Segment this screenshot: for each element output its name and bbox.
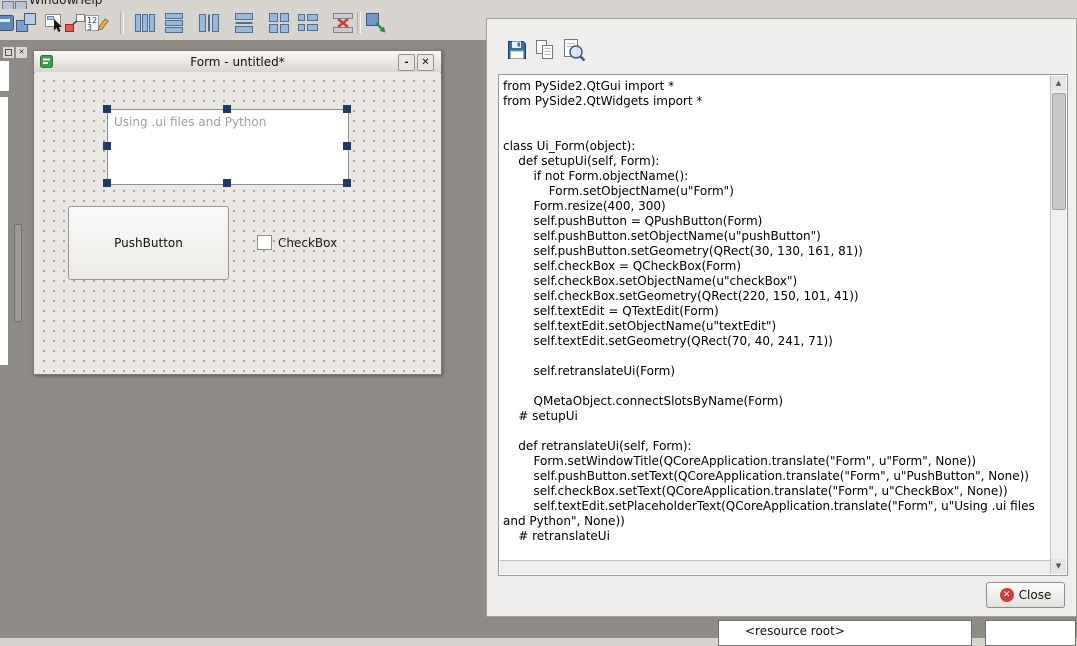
selection-handle[interactable] bbox=[103, 179, 111, 187]
scroll-up-icon[interactable]: ▲ bbox=[1051, 76, 1066, 91]
lay-out-horizontally-in-splitter-icon[interactable] bbox=[196, 10, 222, 36]
selection-handle[interactable] bbox=[103, 105, 111, 113]
code-line: self.checkBox.setGeometry(QRect(220, 150… bbox=[503, 289, 1049, 304]
menubar: Window Help bbox=[0, 0, 1077, 9]
menu-window[interactable]: Window bbox=[29, 0, 76, 9]
selection-handle[interactable] bbox=[103, 142, 111, 150]
code-line bbox=[503, 379, 1049, 394]
minimize-button[interactable]: - bbox=[398, 54, 415, 71]
form-window-titlebar[interactable]: Form - untitled* - ✕ bbox=[34, 51, 441, 73]
menu-help[interactable]: Help bbox=[75, 0, 102, 9]
resource-root-label: <resource root> bbox=[719, 621, 971, 638]
widgets-icon[interactable] bbox=[13, 10, 39, 36]
left-dock-scrollbar[interactable] bbox=[14, 224, 22, 322]
code-line: self.pushButton = QPushButton(Form) bbox=[503, 214, 1049, 229]
code-line: def setupUi(self, Form): bbox=[503, 154, 1049, 169]
code-line: from PySide2.QtGui import * bbox=[503, 79, 1049, 94]
lay-out-vertically-in-splitter-icon[interactable] bbox=[231, 10, 257, 36]
form-designer-window: Form - untitled* - ✕ Using .ui files and… bbox=[33, 50, 442, 375]
code-line: self.pushButton.setText(QCoreApplication… bbox=[503, 469, 1049, 484]
code-line: self.textEdit = QTextEdit(Form) bbox=[503, 304, 1049, 319]
selection-handle[interactable] bbox=[343, 142, 351, 150]
svg-text:3: 3 bbox=[87, 23, 92, 32]
dock-close-icon[interactable]: ✕ bbox=[15, 46, 28, 59]
code-line: self.checkBox.setObjectName(u"checkBox") bbox=[503, 274, 1049, 289]
form-window-title: Form - untitled* bbox=[190, 55, 284, 69]
code-line: self.textEdit.setPlaceholderText(QCoreAp… bbox=[503, 499, 1049, 514]
selection-handle[interactable] bbox=[223, 179, 231, 187]
lay-out-in-form-icon[interactable] bbox=[295, 10, 321, 36]
code-line bbox=[503, 424, 1049, 439]
selection-handle[interactable] bbox=[223, 105, 231, 113]
edit-tab-order-icon[interactable]: 123 bbox=[83, 10, 111, 36]
code-line: self.retranslateUi(Form) bbox=[503, 364, 1049, 379]
scroll-down-icon[interactable]: ▼ bbox=[1051, 559, 1066, 574]
form-window-icon bbox=[40, 55, 53, 71]
resource-side-panel bbox=[985, 620, 1076, 646]
scrollbar-thumb[interactable] bbox=[1052, 93, 1066, 210]
lay-out-vertically-icon[interactable] bbox=[161, 10, 187, 36]
code-line: self.checkBox.setText(QCoreApplication.t… bbox=[503, 484, 1049, 499]
code-line: # setupUi bbox=[503, 409, 1049, 424]
pushbutton-widget[interactable]: PushButton bbox=[68, 206, 229, 280]
code-line bbox=[503, 349, 1049, 364]
code-view[interactable]: from PySide2.QtGui import *from PySide2.… bbox=[498, 74, 1068, 576]
textedit-widget[interactable]: Using .ui files and Python bbox=[107, 109, 349, 185]
code-line: self.textEdit.setObjectName(u"textEdit") bbox=[503, 319, 1049, 334]
code-line: # retranslateUi bbox=[503, 529, 1049, 544]
menubar-icon[interactable] bbox=[2, 1, 14, 9]
toolbar-separator bbox=[120, 12, 124, 34]
code-line bbox=[503, 109, 1049, 124]
checkbox-label: CheckBox bbox=[278, 236, 337, 250]
copy-icon[interactable] bbox=[531, 36, 559, 64]
break-layout-icon[interactable] bbox=[330, 10, 356, 36]
close-dialog-button[interactable]: ✕ Close bbox=[986, 582, 1065, 608]
form-canvas[interactable]: Using .ui files and Python PushButton Ch… bbox=[35, 72, 440, 373]
close-button-label: Close bbox=[1019, 588, 1052, 602]
close-button[interactable]: ✕ bbox=[417, 54, 434, 71]
pushbutton-label: PushButton bbox=[114, 236, 183, 250]
close-circle-icon: ✕ bbox=[1000, 588, 1014, 602]
textedit-placeholder: Using .ui files and Python bbox=[114, 115, 266, 129]
code-text: from PySide2.QtGui import *from PySide2.… bbox=[503, 79, 1049, 559]
code-line: Form.resize(400, 300) bbox=[503, 199, 1049, 214]
selection-handle[interactable] bbox=[343, 105, 351, 113]
code-line bbox=[503, 124, 1049, 139]
code-line: Form.setWindowTitle(QCoreApplication.tra… bbox=[503, 454, 1049, 469]
left-dock-sliver bbox=[0, 60, 10, 92]
code-line: QMetaObject.connectSlotsByName(Form) bbox=[503, 394, 1049, 409]
code-line: self.checkBox = QCheckBox(Form) bbox=[503, 259, 1049, 274]
save-icon[interactable] bbox=[503, 36, 531, 64]
lay-out-in-grid-icon[interactable] bbox=[266, 10, 292, 36]
code-line: self.pushButton.setGeometry(QRect(30, 13… bbox=[503, 244, 1049, 259]
adjust-size-icon[interactable] bbox=[363, 10, 389, 36]
code-preview-dialog: from PySide2.QtGui import *from PySide2.… bbox=[486, 18, 1077, 617]
code-line: if not Form.objectName(): bbox=[503, 169, 1049, 184]
print-preview-icon[interactable] bbox=[559, 36, 589, 64]
dock-restore-button[interactable] bbox=[2, 46, 15, 59]
code-line: self.textEdit.setGeometry(QRect(70, 40, … bbox=[503, 334, 1049, 349]
code-line: class Ui_Form(object): bbox=[503, 139, 1049, 154]
checkbox-indicator[interactable] bbox=[257, 235, 272, 250]
menubar-icon[interactable] bbox=[15, 1, 27, 9]
code-vertical-scrollbar[interactable]: ▲ ▼ bbox=[1050, 76, 1066, 574]
code-line: def retranslateUi(self, Form): bbox=[503, 439, 1049, 454]
left-dock-sliver bbox=[0, 96, 9, 366]
lay-out-horizontally-icon[interactable] bbox=[132, 10, 158, 36]
code-line: self.pushButton.setObjectName(u"pushButt… bbox=[503, 229, 1049, 244]
toolbar-separator bbox=[357, 12, 361, 34]
selection-handle[interactable] bbox=[343, 179, 351, 187]
code-line: Form.setObjectName(u"Form") bbox=[503, 184, 1049, 199]
code-line: from PySide2.QtWidgets import * bbox=[503, 94, 1049, 109]
code-horizontal-scrollbar[interactable] bbox=[500, 560, 1050, 574]
resource-root-item[interactable]: <resource root> bbox=[718, 620, 972, 646]
checkbox-widget[interactable]: CheckBox bbox=[257, 235, 337, 250]
code-line: and Python", None)) bbox=[503, 514, 1049, 529]
